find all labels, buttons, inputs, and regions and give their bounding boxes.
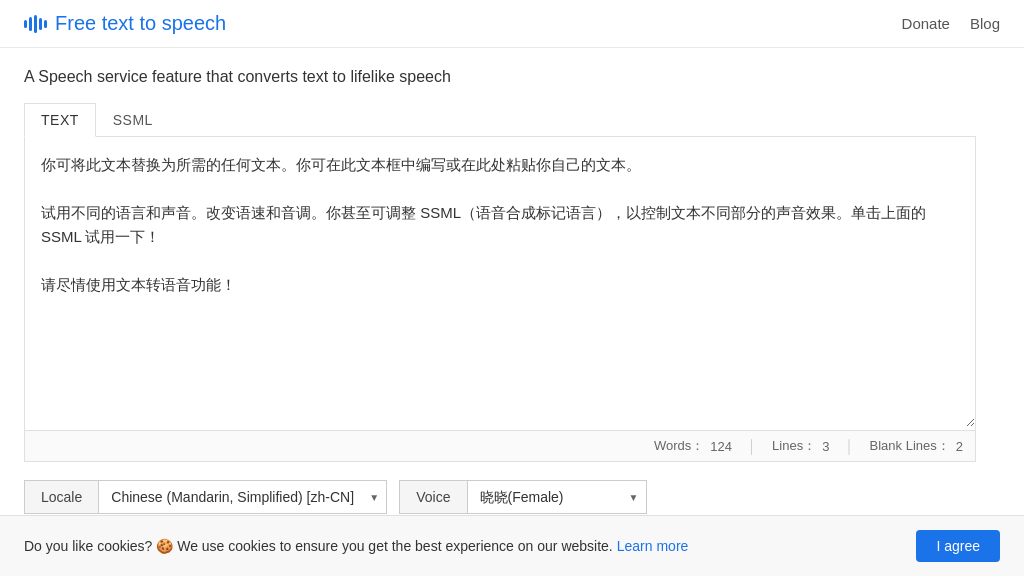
locale-select[interactable]: Chinese (Mandarin, Simplified) [zh-CN] E…	[98, 480, 387, 514]
tab-ssml[interactable]: SSML	[96, 102, 170, 136]
subtitle: A Speech service feature that converts t…	[24, 68, 976, 86]
logo-area: Free text to speech	[24, 12, 226, 35]
words-stat: Words： 124	[654, 437, 732, 455]
lines-value: 3	[822, 439, 829, 454]
blank-lines-label: Blank Lines：	[870, 437, 950, 455]
textarea-container: Words： 124 │ Lines： 3 │ Blank Lines： 2	[24, 137, 976, 462]
logo-icon	[24, 15, 47, 33]
tabs: TEXT SSML	[24, 102, 976, 137]
cookie-banner: Do you like cookies? 🍪 We use cookies to…	[0, 515, 1024, 544]
lines-label: Lines：	[772, 437, 816, 455]
blank-lines-stat: Blank Lines： 2	[870, 437, 963, 455]
cookie-learn-more-link[interactable]: Learn more	[617, 538, 689, 544]
voice-label: Voice	[399, 480, 466, 514]
textarea-footer: Words： 124 │ Lines： 3 │ Blank Lines： 2	[25, 430, 975, 461]
locale-control: Locale Chinese (Mandarin, Simplified) [z…	[24, 480, 387, 514]
words-value: 124	[710, 439, 732, 454]
donate-link[interactable]: Donate	[902, 15, 950, 32]
voice-control: Voice 晓晓(Female) 云扬(Male)	[399, 480, 646, 514]
tab-text[interactable]: TEXT	[24, 103, 96, 137]
header: Free text to speech Donate Blog	[0, 0, 1024, 48]
locale-label: Locale	[24, 480, 98, 514]
lines-stat: Lines： 3	[772, 437, 829, 455]
main-content: A Speech service feature that converts t…	[0, 48, 1000, 544]
voice-select-wrapper: 晓晓(Female) 云扬(Male)	[467, 480, 647, 514]
blank-lines-value: 2	[956, 439, 963, 454]
cookie-agree-button[interactable]: I agree	[916, 530, 1000, 544]
cookie-text: Do you like cookies? 🍪 We use cookies to…	[24, 538, 908, 544]
cookie-message: Do you like cookies? 🍪 We use cookies to…	[24, 538, 613, 544]
divider-1: │	[748, 439, 756, 454]
locale-select-wrapper: Chinese (Mandarin, Simplified) [zh-CN] E…	[98, 480, 387, 514]
divider-2: │	[845, 439, 853, 454]
voice-select[interactable]: 晓晓(Female) 云扬(Male)	[467, 480, 647, 514]
header-nav: Donate Blog	[902, 15, 1000, 32]
text-input[interactable]	[25, 137, 975, 427]
blog-link[interactable]: Blog	[970, 15, 1000, 32]
words-label: Words：	[654, 437, 704, 455]
logo-text: Free text to speech	[55, 12, 226, 35]
